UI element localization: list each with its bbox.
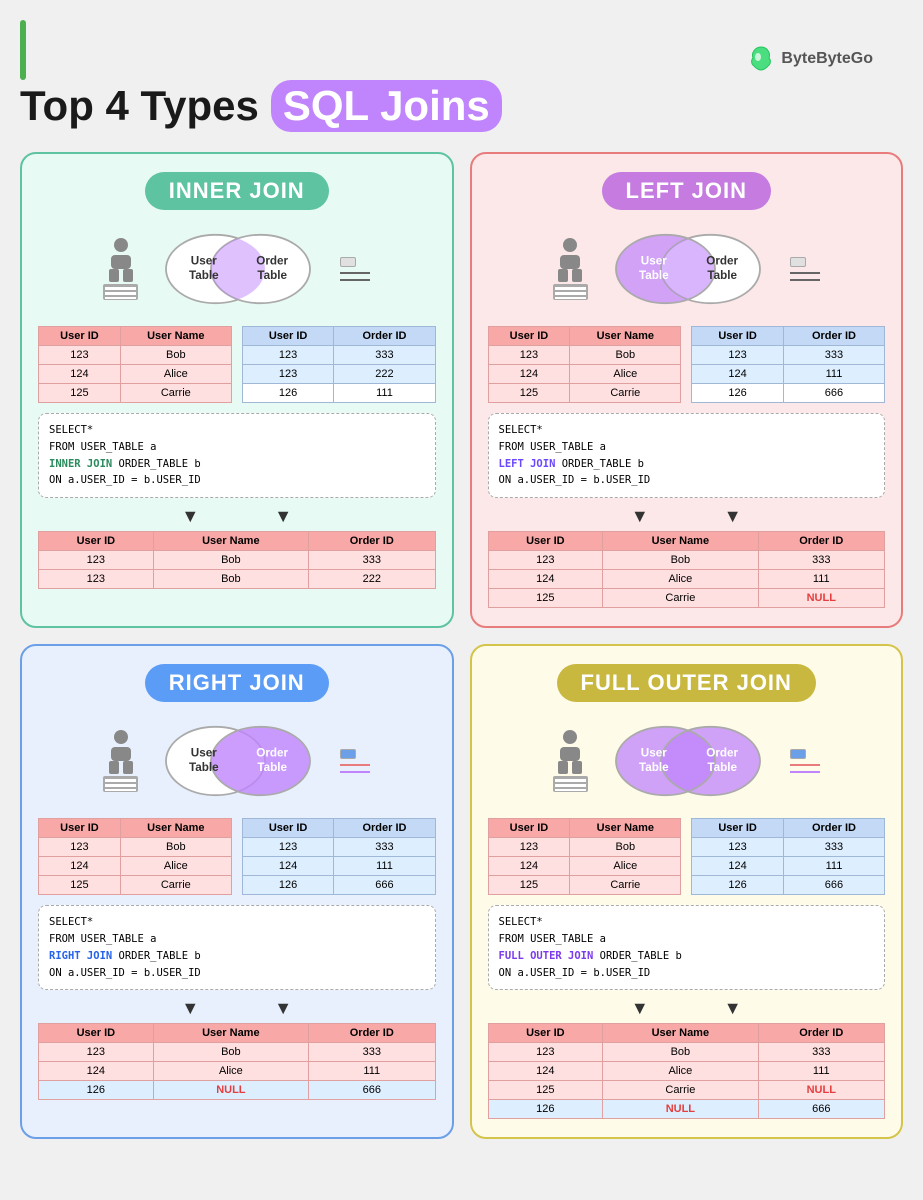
full-outer-join-keyword: FULL OUTER JOIN [499,950,594,962]
inner-join-result: User IDUser NameOrder ID 123Bob333 123Bo… [38,531,436,589]
svg-text:Order: Order [257,255,289,268]
sql-highlight: SQL Joins [271,80,502,132]
right-join-input-tables: User IDUser Name 123Bob 124Alice 125Carr… [38,818,436,895]
full-outer-join-result-table: User IDUser NameOrder ID 123Bob333 124Al… [488,1023,886,1119]
left-join-result-table: User IDUser NameOrder ID 123Bob333 124Al… [488,531,886,608]
left-join-order-table: User IDOrder ID 123333 124111 126666 [691,326,885,403]
inner-join-title: INNER JOIN [145,172,329,210]
left-join-result: User IDUser NameOrder ID 123Bob333 124Al… [488,531,886,608]
title-part1: Top 4 Types [20,82,259,130]
svg-text:Table: Table [707,269,737,282]
full-outer-join-order-table: User IDOrder ID 123333 124111 126666 [691,818,885,895]
brand-logo: ByteByteGo [747,45,873,73]
inner-join-keyword: INNER JOIN [49,458,112,470]
left-join-sql: SELECT* FROM USER_TABLE a LEFT JOIN ORDE… [488,413,886,498]
right-join-result-table: User IDUser NameOrder ID 123Bob333 124Al… [38,1023,436,1100]
right-join-user-table: User IDUser Name 123Bob 124Alice 125Carr… [38,818,232,895]
full-outer-join-card: FULL OUTER JOIN [470,644,904,1139]
full-outer-join-legend [790,749,820,773]
right-join-order-table: User IDOrder ID 123333 124111 126666 [242,818,436,895]
svg-text:Table: Table [639,761,669,774]
full-outer-join-arrows: ▼ ▼ [488,998,886,1019]
left-join-user-table: User IDUser Name 123Bob 124Alice 125Carr… [488,326,682,403]
left-join-arrows: ▼ ▼ [488,506,886,527]
svg-text:Order: Order [706,747,738,760]
svg-text:Table: Table [189,269,219,282]
svg-text:User: User [641,747,667,760]
svg-text:User: User [641,255,667,268]
brand-name: ByteByteGo [781,50,873,68]
inner-join-legend [340,257,370,281]
right-join-card: RIGHT JOIN [20,644,454,1139]
left-join-input-tables: User IDUser Name 123Bob 124Alice 125Carr… [488,326,886,403]
svg-text:Table: Table [707,761,737,774]
inner-join-user-table: User IDUser Name 123Bob 124Alice 125Carr… [38,326,232,403]
right-join-sql: SELECT* FROM USER_TABLE a RIGHT JOIN ORD… [38,905,436,990]
inner-join-order-table: User IDOrder ID 123333 123222 126111 [242,326,436,403]
svg-text:User: User [191,747,217,760]
full-outer-join-title: FULL OUTER JOIN [557,664,816,702]
left-join-title: LEFT JOIN [602,172,771,210]
brand-icon [747,45,775,73]
right-join-venn: User Table Order Table [38,716,436,806]
title-bar [20,20,26,80]
svg-text:Order: Order [706,255,738,268]
person-icon-left [553,237,588,302]
left-join-venn: User Table Order Table [488,224,886,314]
svg-text:Table: Table [189,761,219,774]
full-outer-join-user-table: User IDUser Name 123Bob 124Alice 125Carr… [488,818,682,895]
right-join-keyword: RIGHT JOIN [49,950,112,962]
left-join-card: LEFT JOIN [470,152,904,628]
full-outer-join-venn-svg: User Table Order Table [598,716,778,806]
inner-join-input-tables: User IDUser Name 123Bob 124Alice 125Carr… [38,326,436,403]
person-icon-inner [103,237,138,302]
svg-text:Table: Table [258,269,288,282]
person-icon-full [553,729,588,794]
full-outer-join-input-tables: User IDUser Name 123Bob 124Alice 125Carr… [488,818,886,895]
right-join-venn-svg: User Table Order Table [148,716,328,806]
left-join-venn-svg: User Table Order Table [598,224,778,314]
inner-join-sql: SELECT* FROM USER_TABLE a INNER JOIN ORD… [38,413,436,498]
header: Top 4 Types SQL Joins ByteByteGo [20,20,903,132]
inner-join-venn: User Table Order Table [38,224,436,314]
full-outer-join-sql: SELECT* FROM USER_TABLE a FULL OUTER JOI… [488,905,886,990]
svg-text:Table: Table [639,269,669,282]
inner-join-venn-svg: User Table Order Table [148,224,328,314]
join-types-grid: INNER JOIN [20,152,903,1139]
left-join-legend [790,257,820,281]
full-outer-join-result: User IDUser NameOrder ID 123Bob333 124Al… [488,1023,886,1119]
right-join-title: RIGHT JOIN [145,664,329,702]
person-icon-right [103,729,138,794]
full-outer-join-venn: User Table Order Table [488,716,886,806]
svg-text:Table: Table [258,761,288,774]
left-join-keyword: LEFT JOIN [499,458,556,470]
right-join-arrows: ▼ ▼ [38,998,436,1019]
right-join-legend [340,749,370,773]
svg-text:User: User [191,255,217,268]
inner-join-card: INNER JOIN [20,152,454,628]
right-join-result: User IDUser NameOrder ID 123Bob333 124Al… [38,1023,436,1100]
inner-join-arrows: ▼ ▼ [38,506,436,527]
page-title: Top 4 Types SQL Joins [20,80,903,132]
inner-join-result-table: User IDUser NameOrder ID 123Bob333 123Bo… [38,531,436,589]
svg-text:Order: Order [257,747,289,760]
